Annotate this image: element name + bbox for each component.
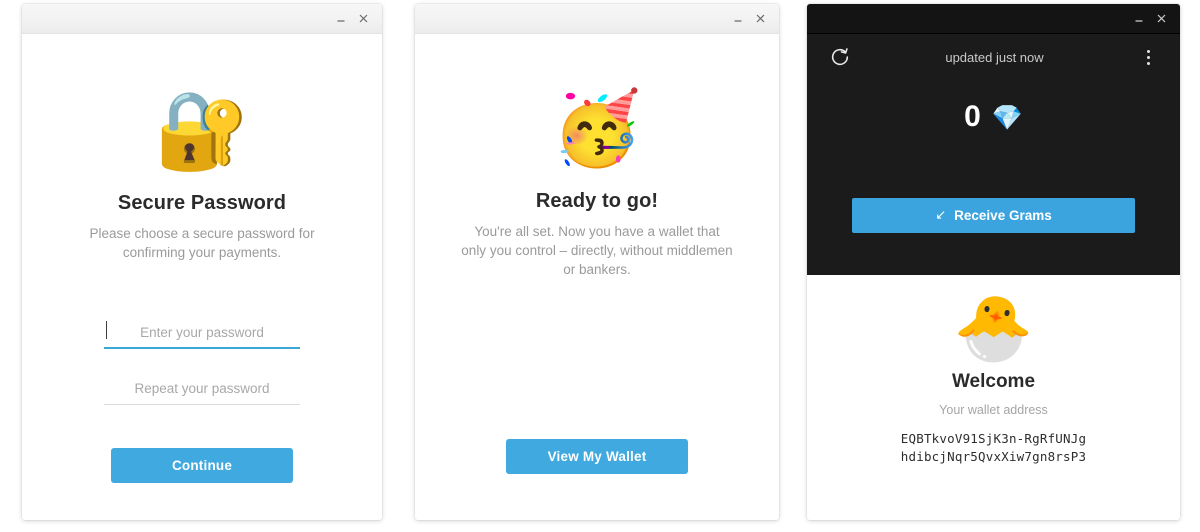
secure-password-content: 🔐 Secure Password Please choose a secure…	[22, 34, 382, 520]
repeat-password-input[interactable]: Repeat your password	[104, 371, 300, 406]
kebab-dot	[1146, 55, 1150, 59]
titlebar-wallet[interactable]	[807, 4, 1180, 34]
kebab-dot	[1146, 61, 1150, 65]
password-input-placeholder: Enter your password	[140, 324, 264, 340]
desktop-background: 🔐 Secure Password Please choose a secure…	[0, 0, 1200, 532]
text-caret	[106, 321, 107, 340]
minimize-button[interactable]	[330, 8, 352, 30]
page-title: Ready to go!	[535, 190, 659, 212]
page-title: Secure Password	[117, 192, 287, 214]
gem-stone-emoji: 💎	[991, 102, 1023, 132]
minimize-button[interactable]	[1128, 8, 1150, 30]
repeat-password-input-underline	[104, 404, 300, 406]
window-wallet: updated just now 0 💎 ↙ Receive Grams 🐣 W…	[807, 4, 1180, 520]
window-secure-password: 🔐 Secure Password Please choose a secure…	[22, 4, 382, 520]
wallet-address-line-1: EQBTkvoV91SjK3n-RgRfUNJg	[900, 431, 1087, 446]
view-my-wallet-button[interactable]: View My Wallet	[506, 439, 688, 475]
wallet-address-line-2: hdibcjNqr5QvxXiw7gn8rsP3	[900, 449, 1087, 465]
close-button[interactable]	[352, 8, 374, 30]
kebab-menu-icon[interactable]	[1138, 46, 1158, 68]
secure-password-body: 🔐 Secure Password Please choose a secure…	[22, 34, 382, 520]
locked-with-key-emoji: 🔐	[154, 85, 250, 174]
balance-amount: 0	[964, 100, 981, 133]
ready-to-go-content: 🥳 Ready to go! You're all set. Now you h…	[415, 34, 779, 520]
wallet-status-text: updated just now	[945, 49, 1044, 65]
wallet-welcome-panel: 🐣 Welcome Your wallet address EQBTkvoV91…	[807, 275, 1180, 520]
hatching-chick-icon: 🐣	[954, 297, 1034, 361]
partying-face-emoji: 🥳	[552, 86, 642, 170]
wallet-address-label: Your wallet address	[939, 403, 1048, 417]
receive-grams-label: Receive Grams	[954, 208, 1052, 223]
minimize-button[interactable]	[727, 8, 749, 30]
receive-grams-button[interactable]: ↙ Receive Grams	[852, 198, 1135, 233]
partying-face-icon: 🥳	[552, 92, 642, 164]
welcome-title: Welcome	[951, 371, 1036, 392]
refresh-icon[interactable]	[829, 46, 851, 68]
titlebar-ready-to-go[interactable]	[415, 4, 779, 34]
close-button[interactable]	[1150, 8, 1172, 30]
wallet-toolbar: updated just now	[807, 34, 1180, 80]
wallet-body: updated just now 0 💎 ↙ Receive Grams 🐣 W…	[807, 34, 1180, 520]
titlebar-secure-password[interactable]	[22, 4, 382, 34]
ready-to-go-body: 🥳 Ready to go! You're all set. Now you h…	[415, 34, 779, 520]
password-input[interactable]: Enter your password	[104, 315, 300, 350]
repeat-password-input-placeholder: Repeat your password	[134, 380, 270, 396]
wallet-balance: 0 💎	[964, 102, 1023, 132]
locked-with-key-icon: 🔐	[155, 92, 250, 168]
continue-button[interactable]: Continue	[111, 448, 293, 484]
arrow-down-left-icon: ↙	[935, 208, 947, 223]
wallet-balance-panel: updated just now 0 💎 ↙ Receive Grams	[807, 34, 1180, 275]
close-button[interactable]	[749, 8, 771, 30]
hatching-chick-emoji: 🐣	[953, 292, 1034, 366]
kebab-dot	[1146, 49, 1150, 53]
password-input-underline	[104, 347, 300, 350]
page-subtitle: You're all set. Now you have a wallet th…	[461, 224, 733, 278]
page-subtitle: Please choose a secure password for conf…	[89, 226, 315, 261]
wallet-address[interactable]: EQBTkvoV91SjK3n-RgRfUNJg hdibcjNqr5QvxXi…	[901, 430, 1086, 466]
window-ready-to-go: 🥳 Ready to go! You're all set. Now you h…	[415, 4, 779, 520]
